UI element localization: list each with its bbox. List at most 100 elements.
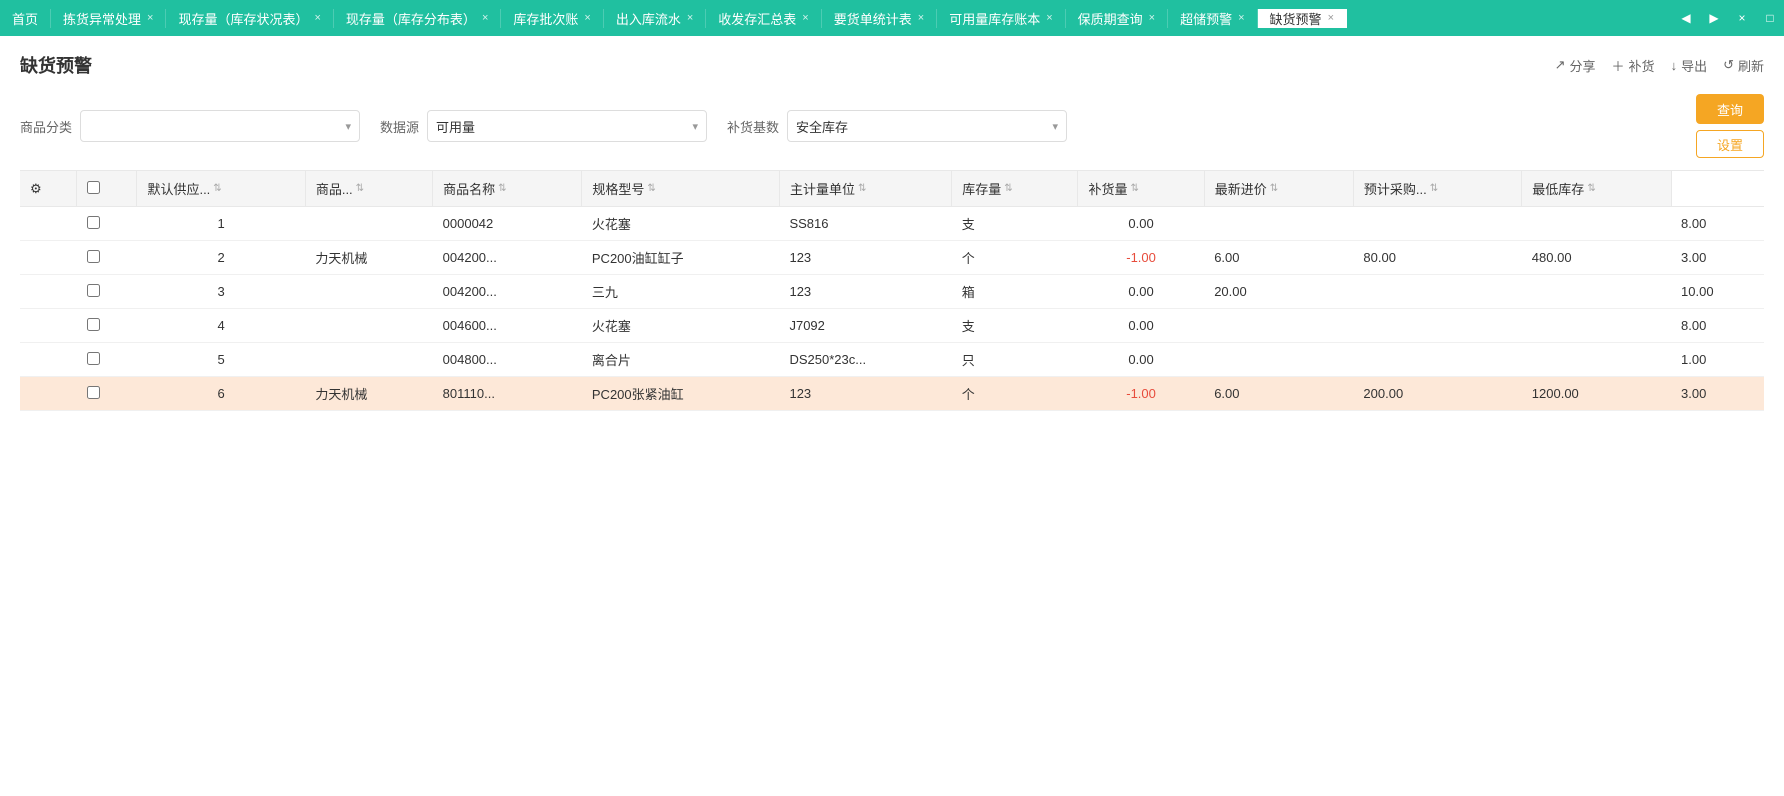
tab-item-8[interactable]: 可用量库存账本×	[937, 9, 1065, 28]
category-filter-group: 商品分类 ▾	[20, 110, 360, 142]
cell-unit: 支	[952, 309, 1078, 343]
col-sort-replenish[interactable]: 补货量 ⇅	[1088, 179, 1138, 198]
col-sort-est_purchase[interactable]: 预计采购... ⇅	[1364, 179, 1438, 198]
col-header-code[interactable]: 商品... ⇅	[305, 171, 432, 207]
col-header-unit[interactable]: 主计量单位 ⇅	[779, 171, 951, 207]
tab-close-4[interactable]: ×	[584, 12, 590, 24]
row-checkbox[interactable]	[87, 352, 100, 365]
replenish-filter-group: 补货基数 安全库存 ▾	[727, 110, 1067, 142]
page-title: 缺货预警	[20, 52, 92, 78]
row-checkbox[interactable]	[87, 216, 100, 229]
tab-item-10[interactable]: 超储预警×	[1168, 9, 1257, 28]
cell-est_purchase	[1522, 207, 1671, 241]
replenish-icon: ＋	[1612, 56, 1625, 75]
tab-close-10[interactable]: ×	[1238, 12, 1244, 24]
cell-stock: -1.00	[1078, 377, 1204, 411]
cell-code: 0000042	[433, 207, 582, 241]
col-sort-stock[interactable]: 库存量 ⇅	[962, 179, 1012, 198]
cell-min_stock: 8.00	[1671, 207, 1764, 241]
tab-next-btn[interactable]: ▶	[1700, 0, 1728, 36]
tab-close-6[interactable]: ×	[802, 12, 808, 24]
cell-min_stock: 3.00	[1671, 241, 1764, 275]
tab-item-2[interactable]: 现存量（库存状况表）×	[166, 9, 333, 28]
row-checkbox[interactable]	[87, 284, 100, 297]
cell-checkbox[interactable]	[77, 377, 137, 411]
settings-button[interactable]: 设置	[1696, 130, 1764, 158]
tab-close-2[interactable]: ×	[314, 12, 320, 24]
cell-gear	[20, 207, 77, 241]
share-btn[interactable]: ↗ 分享	[1555, 56, 1596, 75]
cell-latest_price	[1353, 207, 1521, 241]
cell-checkbox[interactable]	[77, 343, 137, 377]
col-header-est_purchase[interactable]: 预计采购... ⇅	[1353, 171, 1521, 207]
tab-close-11[interactable]: ×	[1328, 12, 1334, 24]
tab-close-7[interactable]: ×	[918, 12, 924, 24]
cell-spec: 123	[779, 377, 951, 411]
tab-item-11[interactable]: 缺货预警×	[1258, 9, 1347, 28]
cell-min_stock: 8.00	[1671, 309, 1764, 343]
col-header-latest_price[interactable]: 最新进价 ⇅	[1204, 171, 1353, 207]
query-button[interactable]: 查询	[1696, 94, 1764, 124]
col-header-min_stock[interactable]: 最低库存 ⇅	[1522, 171, 1671, 207]
cell-checkbox[interactable]	[77, 275, 137, 309]
cell-rownum: 4	[137, 309, 305, 343]
col-header-name[interactable]: 商品名称 ⇅	[433, 171, 582, 207]
cell-checkbox[interactable]	[77, 207, 137, 241]
row-checkbox[interactable]	[87, 250, 100, 263]
tab-prev-btn[interactable]: ◀	[1672, 0, 1700, 36]
tab-close-9[interactable]: ×	[1149, 12, 1155, 24]
col-sort-name[interactable]: 商品名称 ⇅	[443, 179, 506, 198]
tab-item-0[interactable]: 首页	[0, 9, 51, 28]
table-row: 4004600...火花塞J7092支0.008.00	[20, 309, 1764, 343]
tab-item-4[interactable]: 库存批次账×	[501, 9, 603, 28]
tab-item-9[interactable]: 保质期查询×	[1066, 9, 1168, 28]
refresh-btn[interactable]: ↺ 刷新	[1723, 56, 1764, 75]
tab-item-1[interactable]: 拣货异常处理×	[51, 9, 166, 28]
datasource-select[interactable]: 可用量 ▾	[427, 110, 707, 142]
tab-close-1[interactable]: ×	[147, 12, 153, 24]
col-sort-min_stock[interactable]: 最低库存 ⇅	[1532, 179, 1595, 198]
cell-unit: 个	[952, 377, 1078, 411]
col-sort-latest_price[interactable]: 最新进价 ⇅	[1215, 179, 1278, 198]
tab-bar: 首页拣货异常处理×现存量（库存状况表）×现存量（库存分布表）×库存批次账×出入库…	[0, 0, 1784, 36]
cell-name: 火花塞	[582, 207, 780, 241]
tab-bar-inner: 首页拣货异常处理×现存量（库存状况表）×现存量（库存分布表）×库存批次账×出入库…	[0, 9, 1672, 28]
gear-settings-icon[interactable]: ⚙	[30, 181, 42, 196]
export-btn[interactable]: ↓ 导出	[1671, 56, 1708, 75]
cell-supplier	[305, 343, 432, 377]
table-row: 2力天机械004200...PC200油缸缸子123个-1.006.0080.0…	[20, 241, 1764, 275]
tab-close-8[interactable]: ×	[1046, 12, 1052, 24]
replenish-btn[interactable]: ＋ 补货	[1612, 56, 1655, 75]
col-sort-supplier[interactable]: 默认供应... ⇅	[147, 179, 221, 198]
tab-close-5[interactable]: ×	[687, 12, 693, 24]
col-header-supplier[interactable]: 默认供应... ⇅	[137, 171, 305, 207]
col-header-replenish[interactable]: 补货量 ⇅	[1078, 171, 1204, 207]
col-sort-code[interactable]: 商品... ⇅	[316, 179, 364, 198]
cell-supplier	[305, 207, 432, 241]
row-checkbox[interactable]	[87, 318, 100, 331]
row-checkbox[interactable]	[87, 386, 100, 399]
cell-checkbox[interactable]	[77, 309, 137, 343]
tab-item-7[interactable]: 要货单统计表×	[822, 9, 937, 28]
close-window-btn[interactable]: ×	[1728, 0, 1756, 36]
tab-close-3[interactable]: ×	[482, 12, 488, 24]
select-all-checkbox[interactable]	[87, 181, 100, 194]
maximize-btn[interactable]: □	[1756, 0, 1784, 36]
tab-item-3[interactable]: 现存量（库存分布表）×	[334, 9, 501, 28]
cell-rownum: 5	[137, 343, 305, 377]
sort-icon-latest_price: ⇅	[1270, 183, 1278, 194]
table-row: 6力天机械801110...PC200张紧油缸123个-1.006.00200.…	[20, 377, 1764, 411]
col-sort-spec[interactable]: 规格型号 ⇅	[592, 179, 655, 198]
col-header-spec[interactable]: 规格型号 ⇅	[582, 171, 780, 207]
cell-name: 离合片	[582, 343, 780, 377]
col-header-stock[interactable]: 库存量 ⇅	[952, 171, 1078, 207]
replenish-select[interactable]: 安全库存 ▾	[787, 110, 1067, 142]
cell-spec: DS250*23c...	[779, 343, 951, 377]
tab-item-6[interactable]: 收发存汇总表×	[706, 9, 821, 28]
col-sort-unit[interactable]: 主计量单位 ⇅	[790, 179, 866, 198]
cell-rownum: 3	[137, 275, 305, 309]
tab-item-5[interactable]: 出入库流水×	[604, 9, 706, 28]
cell-replenish: 6.00	[1204, 241, 1353, 275]
category-select[interactable]: ▾	[80, 110, 360, 142]
cell-checkbox[interactable]	[77, 241, 137, 275]
